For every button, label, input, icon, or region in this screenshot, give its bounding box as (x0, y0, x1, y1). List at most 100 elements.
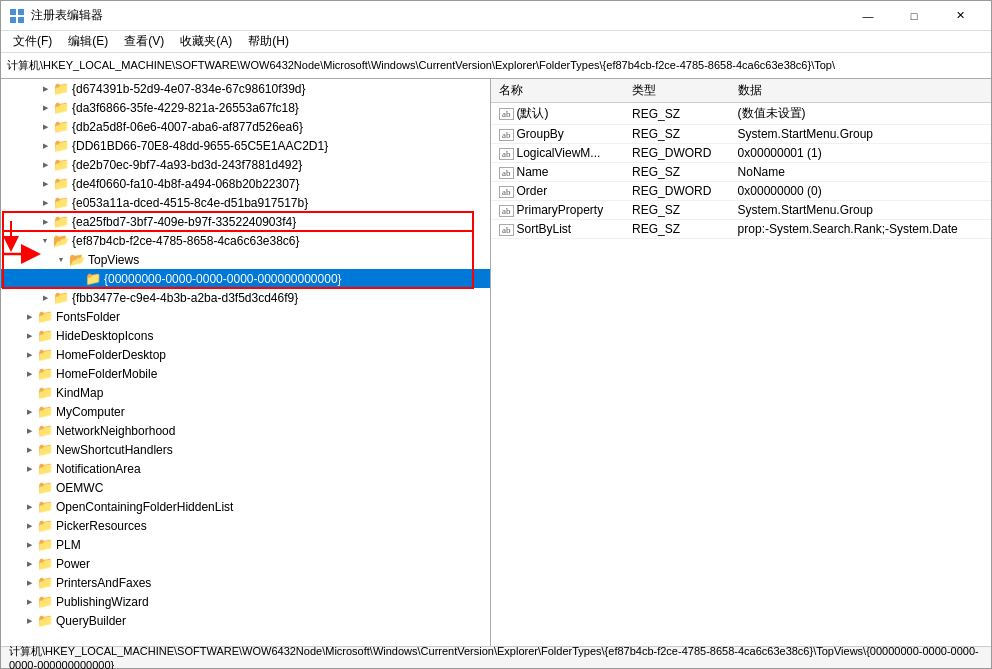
expand-PublishingWizard[interactable] (21, 594, 37, 610)
tree-item-ea25fbd7[interactable]: 📁 {ea25fbd7-3bf7-409e-b97f-3352240903f4} (1, 212, 490, 231)
cell-type: REG_SZ (624, 220, 730, 239)
expand-PickerResources[interactable] (21, 518, 37, 534)
address-path[interactable]: 计算机\HKEY_LOCAL_MACHINE\SOFTWARE\WOW6432N… (7, 58, 835, 73)
tree-item-OEMWC[interactable]: 📁 OEMWC (1, 478, 490, 497)
tree-label-ef87b4cb: {ef87b4cb-f2ce-4785-8658-4ca6c63e38c6} (72, 234, 300, 248)
table-row[interactable]: ab(默认)REG_SZ(数值未设置) (491, 103, 991, 125)
col-header-data[interactable]: 数据 (730, 79, 991, 103)
tree-item-Power[interactable]: 📁 Power (1, 554, 490, 573)
expand-de2b70ec[interactable] (37, 157, 53, 173)
folder-icon-PublishingWizard: 📁 (37, 594, 53, 610)
tree-item-MyComputer[interactable]: 📁 MyComputer (1, 402, 490, 421)
cell-data: prop:-System.Search.Rank;-System.Date (730, 220, 991, 239)
tree-item-de4f0660[interactable]: 📁 {de4f0660-fa10-4b8f-a494-068b20b22307} (1, 174, 490, 193)
tree-item-QueryBuilder[interactable]: 📁 QueryBuilder (1, 611, 490, 630)
expand-OpenContaining[interactable] (21, 499, 37, 515)
expand-QueryBuilder[interactable] (21, 613, 37, 629)
expand-fbb3477e[interactable] (37, 290, 53, 306)
tree-item-NetworkNeighborhood[interactable]: 📁 NetworkNeighborhood (1, 421, 490, 440)
tree-pane[interactable]: 📁 {d674391b-52d9-4e07-834e-67c98610f39d}… (1, 79, 491, 646)
expand-HideDesktopIcons[interactable] (21, 328, 37, 344)
tree-item-d674391b[interactable]: 📁 {d674391b-52d9-4e07-834e-67c98610f39d} (1, 79, 490, 98)
table-row[interactable]: abNameREG_SZNoName (491, 163, 991, 182)
table-row[interactable]: abSortByListREG_SZprop:-System.Search.Ra… (491, 220, 991, 239)
menu-favorites[interactable]: 收藏夹(A) (172, 31, 240, 52)
expand-d674391b[interactable] (37, 81, 53, 97)
table-row[interactable]: abLogicalViewM...REG_DWORD0x00000001 (1) (491, 144, 991, 163)
table-row[interactable]: abGroupByREG_SZSystem.StartMenu.Group (491, 125, 991, 144)
tree-label-ea25fbd7: {ea25fbd7-3bf7-409e-b97f-3352240903f4} (72, 215, 296, 229)
tree-item-DD61BD66[interactable]: 📁 {DD61BD66-70E8-48dd-9655-65C5E1AAC2D1} (1, 136, 490, 155)
expand-ef87b4cb[interactable] (37, 233, 53, 249)
tree-item-db2a5d8f[interactable]: 📁 {db2a5d8f-06e6-4007-aba6-af877d526ea6} (1, 117, 490, 136)
tree-item-NewShortcutHandlers[interactable]: 📁 NewShortcutHandlers (1, 440, 490, 459)
expand-db2a5d8f[interactable] (37, 119, 53, 135)
expand-TopViews[interactable] (53, 252, 69, 268)
expand-de4f0660[interactable] (37, 176, 53, 192)
tree-item-PublishingWizard[interactable]: 📁 PublishingWizard (1, 592, 490, 611)
expand-HomeFolderDesktop[interactable] (21, 347, 37, 363)
tree-label-PLM: PLM (56, 538, 81, 552)
expand-PLM[interactable] (21, 537, 37, 553)
menu-file[interactable]: 文件(F) (5, 31, 60, 52)
col-header-type[interactable]: 类型 (624, 79, 730, 103)
expand-e053a11a[interactable] (37, 195, 53, 211)
table-row[interactable]: abPrimaryPropertyREG_SZSystem.StartMenu.… (491, 201, 991, 220)
tree-item-HideDesktopIcons[interactable]: 📁 HideDesktopIcons (1, 326, 490, 345)
table-row[interactable]: abOrderREG_DWORD0x00000000 (0) (491, 182, 991, 201)
tree-item-PrintersAndFaxes[interactable]: 📁 PrintersAndFaxes (1, 573, 490, 592)
tree-label-FontsFolder: FontsFolder (56, 310, 120, 324)
tree-item-de2b70ec[interactable]: 📁 {de2b70ec-9bf7-4a93-bd3d-243f7881d492} (1, 155, 490, 174)
tree-item-ef87b4cb[interactable]: 📂 {ef87b4cb-f2ce-4785-8658-4ca6c63e38c6} (1, 231, 490, 250)
tree-item-TopViews[interactable]: 📂 TopViews (1, 250, 490, 269)
svg-rect-2 (10, 17, 16, 23)
minimize-button[interactable]: — (845, 1, 891, 31)
tree-item-fbb3477e[interactable]: 📁 {fbb3477e-c9e4-4b3b-a2ba-d3f5d3cd46f9} (1, 288, 490, 307)
expand-NotificationArea[interactable] (21, 461, 37, 477)
expand-DD61BD66[interactable] (37, 138, 53, 154)
tree-item-NotificationArea[interactable]: 📁 NotificationArea (1, 459, 490, 478)
folder-icon-db2a5d8f: 📁 (53, 119, 69, 135)
folder-icon-PickerResources: 📁 (37, 518, 53, 534)
folder-icon-Power: 📁 (37, 556, 53, 572)
tree-label-NewShortcutHandlers: NewShortcutHandlers (56, 443, 173, 457)
registry-values-table[interactable]: 名称 类型 数据 ab(默认)REG_SZ(数值未设置)abGroupByREG… (491, 79, 991, 646)
tree-item-OpenContaining[interactable]: 📁 OpenContainingFolderHiddenList (1, 497, 490, 516)
folder-icon-HideDesktopIcons: 📁 (37, 328, 53, 344)
tree-item-HomeFolderMobile[interactable]: 📁 HomeFolderMobile (1, 364, 490, 383)
cell-name: abPrimaryProperty (491, 201, 624, 220)
tree-item-e053a11a[interactable]: 📁 {e053a11a-dced-4515-8c4e-d51ba917517b} (1, 193, 490, 212)
menu-help[interactable]: 帮助(H) (240, 31, 297, 52)
tree-item-KindMap[interactable]: 📁 KindMap (1, 383, 490, 402)
tree-label-de4f0660: {de4f0660-fa10-4b8f-a494-068b20b22307} (72, 177, 300, 191)
folder-icon-ea25fbd7: 📁 (53, 214, 69, 230)
tree-item-da3f6866[interactable]: 📁 {da3f6866-35fe-4229-821a-26553a67fc18} (1, 98, 490, 117)
folder-icon-NewShortcutHandlers: 📁 (37, 442, 53, 458)
col-header-name[interactable]: 名称 (491, 79, 624, 103)
tree-item-PLM[interactable]: 📁 PLM (1, 535, 490, 554)
expand-NetworkNeighborhood[interactable] (21, 423, 37, 439)
expand-ea25fbd7[interactable] (37, 214, 53, 230)
tree-item-FontsFolder[interactable]: 📁 FontsFolder (1, 307, 490, 326)
tree-label-NotificationArea: NotificationArea (56, 462, 141, 476)
expand-MyComputer[interactable] (21, 404, 37, 420)
tree-item-PickerResources[interactable]: 📁 PickerResources (1, 516, 490, 535)
tree-item-00000000[interactable]: 📁 {00000000-0000-0000-0000-000000000000} (1, 269, 490, 288)
menu-edit[interactable]: 编辑(E) (60, 31, 116, 52)
maximize-button[interactable]: □ (891, 1, 937, 31)
tree-label-HomeFolderDesktop: HomeFolderDesktop (56, 348, 166, 362)
folder-icon-d674391b: 📁 (53, 81, 69, 97)
expand-Power[interactable] (21, 556, 37, 572)
folder-icon-QueryBuilder: 📁 (37, 613, 53, 629)
tree-label-d674391b: {d674391b-52d9-4e07-834e-67c98610f39d} (72, 82, 306, 96)
expand-PrintersAndFaxes[interactable] (21, 575, 37, 591)
expand-da3f6866[interactable] (37, 100, 53, 116)
menu-view[interactable]: 查看(V) (116, 31, 172, 52)
tree-item-HomeFolderDesktop[interactable]: 📁 HomeFolderDesktop (1, 345, 490, 364)
registry-editor-window: 注册表编辑器 — □ ✕ 文件(F) 编辑(E) 查看(V) 收藏夹(A) 帮助… (0, 0, 992, 669)
cell-data: NoName (730, 163, 991, 182)
close-button[interactable]: ✕ (937, 1, 983, 31)
expand-FontsFolder[interactable] (21, 309, 37, 325)
expand-NewShortcutHandlers[interactable] (21, 442, 37, 458)
expand-HomeFolderMobile[interactable] (21, 366, 37, 382)
